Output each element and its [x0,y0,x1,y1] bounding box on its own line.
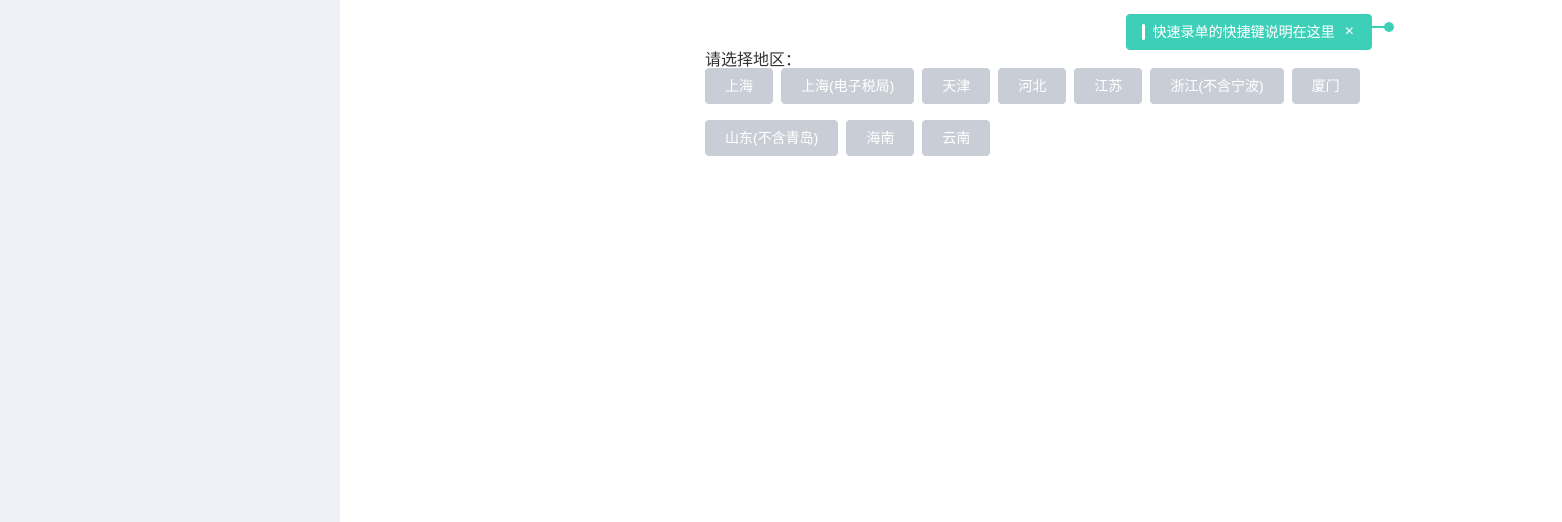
region-button-yunnan[interactable]: 云南 [922,120,990,156]
region-button-shandong[interactable]: 山东(不含青岛) [705,120,838,156]
region-button-xiamen[interactable]: 厦门 [1292,68,1360,104]
region-buttons-container: 上海上海(电子税局)天津河北江苏浙江(不含宁波)厦门 山东(不含青岛)海南云南 [705,68,1555,156]
page-title: 请选择地区： [705,46,801,70]
region-button-shanghai-etax[interactable]: 上海(电子税局) [781,68,914,104]
sidebar [0,0,340,522]
tooltip-close-button[interactable]: × [1343,23,1356,41]
region-button-jiangsu[interactable]: 江苏 [1074,68,1142,104]
tooltip-bar-icon [1142,24,1145,40]
tooltip-connector-dot [1384,22,1394,32]
region-button-zhejiang[interactable]: 浙江(不含宁波) [1150,68,1283,104]
region-button-shanghai[interactable]: 上海 [705,68,773,104]
region-button-hainan[interactable]: 海南 [846,120,914,156]
region-button-hebei[interactable]: 河北 [998,68,1066,104]
region-button-tianjin[interactable]: 天津 [922,68,990,104]
tooltip-text: 快速录单的快捷键说明在这里 [1153,22,1335,42]
region-row-2: 山东(不含青岛)海南云南 [705,120,1555,156]
main-content: 请选择地区： 上海上海(电子税局)天津河北江苏浙江(不含宁波)厦门 山东(不含青… [340,0,1562,522]
tooltip-banner: 快速录单的快捷键说明在这里 × [1126,14,1372,50]
region-row-1: 上海上海(电子税局)天津河北江苏浙江(不含宁波)厦门 [705,68,1555,104]
